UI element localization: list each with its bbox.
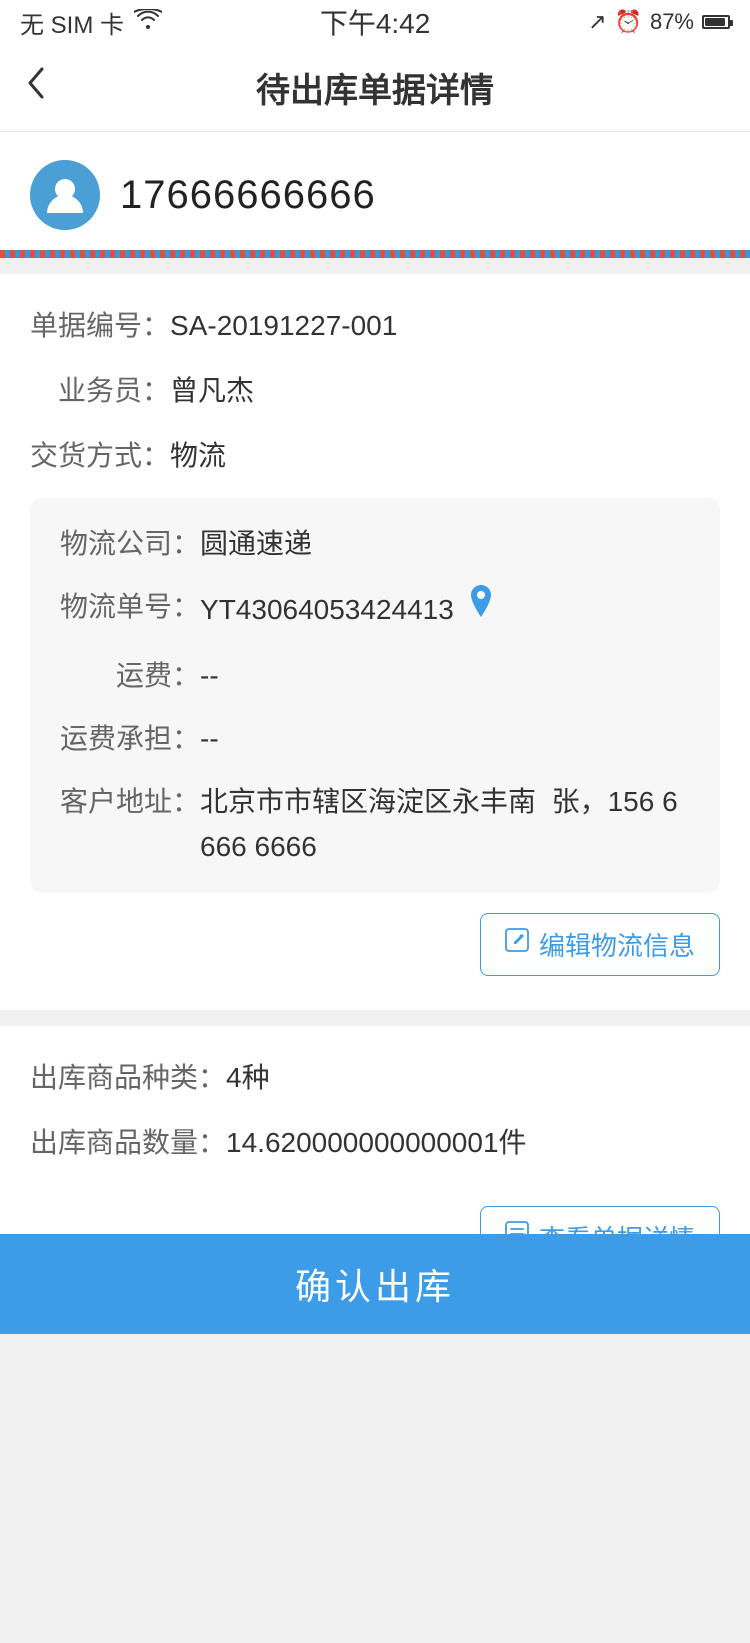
- address-label: 客户地址：: [60, 780, 200, 825]
- doc-number-value: SA-20191227-001: [170, 304, 720, 349]
- edit-button-row: 编辑物流信息: [30, 893, 720, 980]
- logistics-company-row: 物流公司： 圆通速递: [60, 522, 690, 567]
- logistics-tracking-label: 物流单号：: [60, 585, 200, 630]
- empty-space: [0, 1303, 750, 1523]
- logistics-company-label: 物流公司：: [60, 522, 200, 567]
- confirm-button-label: 确认出库: [295, 1258, 455, 1310]
- battery-percent: 87%: [650, 9, 694, 35]
- user-avatar: [30, 160, 100, 230]
- carrier-text: 无 SIM 卡: [20, 5, 124, 40]
- freight-bearer-value: --: [200, 717, 690, 762]
- wifi-icon: [134, 8, 162, 36]
- status-bar-left: 无 SIM 卡: [20, 5, 162, 40]
- logistics-tracking-row: 物流单号： YT43064053424413: [60, 585, 690, 636]
- goods-quantity-row: 出库商品数量： 14.620000000000001件: [30, 1121, 720, 1166]
- section-divider-1: [0, 1010, 750, 1026]
- nav-bar: 待出库单据详情: [0, 44, 750, 132]
- user-phone: 17666666666: [120, 173, 376, 218]
- salesperson-label: 业务员：: [30, 369, 170, 414]
- status-bar: 无 SIM 卡 下午4:42 ↗ ⏰ 87%: [0, 0, 750, 44]
- edit-icon: [505, 928, 531, 961]
- page-title: 待出库单据详情: [256, 63, 494, 112]
- address-value: 北京市市辖区海淀区永丰南 张，156 6666 6666: [200, 780, 690, 870]
- goods-type-row: 出库商品种类： 4种: [30, 1056, 720, 1101]
- salesperson-row: 业务员： 曾凡杰: [30, 369, 720, 414]
- location-status-icon: ↗: [588, 9, 606, 35]
- alarm-icon: ⏰: [615, 9, 642, 35]
- freight-bearer-row: 运费承担： --: [60, 717, 690, 762]
- status-time: 下午4:42: [320, 2, 431, 42]
- tracking-location-icon[interactable]: [466, 585, 496, 636]
- freight-label: 运费：: [60, 654, 200, 699]
- user-header: 17666666666: [0, 132, 750, 250]
- battery-icon: [702, 15, 730, 29]
- delivery-method-label: 交货方式：: [30, 434, 170, 479]
- freight-bearer-label: 运费承担：: [60, 717, 200, 762]
- logistics-card: 物流公司： 圆通速递 物流单号： YT43064053424413 运费：: [30, 498, 720, 893]
- main-content: 17666666666 单据编号： SA-20191227-001 业务员： 曾…: [0, 132, 750, 1643]
- order-info-section: 单据编号： SA-20191227-001 业务员： 曾凡杰 交货方式： 物流 …: [0, 274, 750, 1010]
- address-row: 客户地址： 北京市市辖区海淀区永丰南 张，156 6666 6666: [60, 780, 690, 870]
- logistics-tracking-value: YT43064053424413: [200, 585, 690, 636]
- confirm-bar[interactable]: 确认出库: [0, 1234, 750, 1334]
- doc-number-row: 单据编号： SA-20191227-001: [30, 304, 720, 349]
- delivery-method-row: 交货方式： 物流: [30, 434, 720, 479]
- goods-quantity-value: 14.620000000000001件: [226, 1121, 720, 1166]
- edit-logistics-button[interactable]: 编辑物流信息: [480, 913, 720, 976]
- doc-number-label: 单据编号：: [30, 304, 170, 349]
- freight-value: --: [200, 654, 690, 699]
- salesperson-value: 曾凡杰: [170, 369, 720, 414]
- edit-logistics-label: 编辑物流信息: [539, 926, 695, 963]
- back-button[interactable]: [24, 63, 48, 112]
- freight-row: 运费： --: [60, 654, 690, 699]
- logistics-company-value: 圆通速递: [200, 522, 690, 567]
- dashed-divider: [0, 250, 750, 258]
- goods-type-value: 4种: [226, 1056, 720, 1101]
- status-bar-right: ↗ ⏰ 87%: [588, 9, 730, 35]
- goods-quantity-label: 出库商品数量：: [30, 1121, 226, 1166]
- goods-type-label: 出库商品种类：: [30, 1056, 226, 1101]
- delivery-method-value: 物流: [170, 434, 720, 479]
